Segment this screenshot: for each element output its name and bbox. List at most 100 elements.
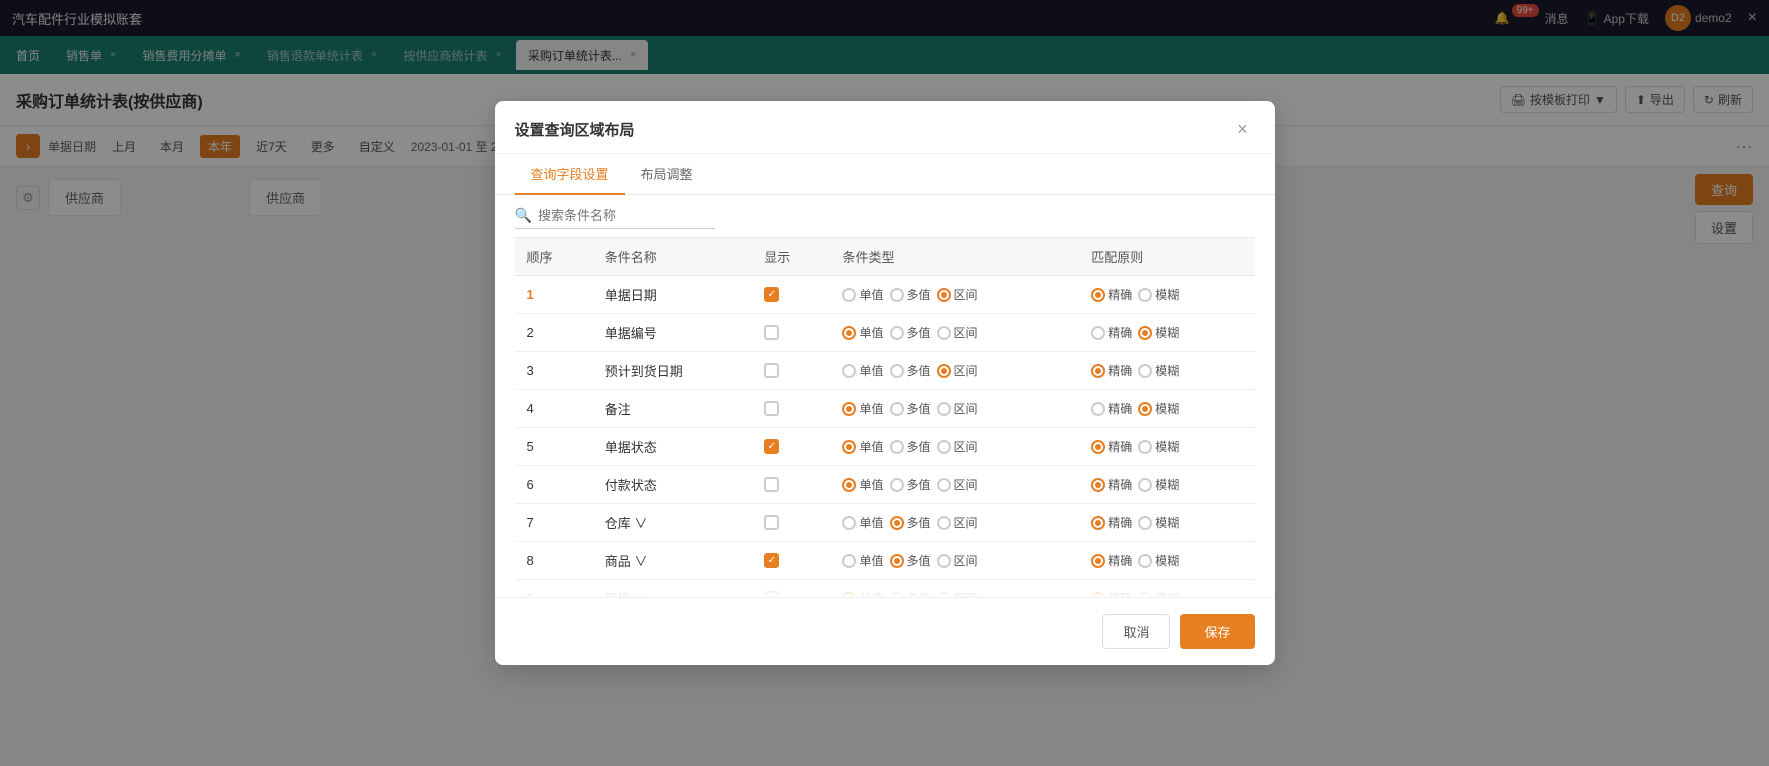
tab-layout-adjust[interactable]: 布局调整 (625, 154, 709, 195)
display-checkbox[interactable] (764, 325, 779, 340)
row-display-checkbox (752, 352, 830, 390)
type-radio-group: 单值多值 区间 (842, 324, 1067, 341)
display-checkbox[interactable] (764, 553, 779, 568)
display-checkbox[interactable] (764, 591, 779, 597)
radio-label: 区间 (954, 324, 978, 341)
type-radio-item[interactable]: 区间 (937, 590, 978, 597)
conditions-table: 顺序 条件名称 显示 条件类型 匹配原则 1单据日期单值多值区间精确模糊2单据编… (515, 237, 1255, 597)
type-radio-item[interactable]: 区间 (937, 286, 978, 303)
type-radio-item[interactable]: 多值 (890, 590, 931, 597)
type-radio-item[interactable]: 多值 (890, 324, 931, 341)
row-condition-name: 付款状态 (593, 466, 753, 504)
type-radio-item[interactable]: 区间 (937, 438, 978, 455)
radio-label: 精确 (1108, 286, 1132, 303)
row-condition-name: 单据状态 (593, 428, 753, 466)
type-radio-item[interactable]: 单值 (842, 590, 883, 597)
match-radio-item[interactable]: 精确 (1091, 514, 1132, 531)
radio-dot (1091, 478, 1105, 492)
match-radio-item[interactable]: 模糊 (1138, 362, 1179, 379)
type-radio-item[interactable]: 多值 (890, 514, 931, 531)
type-radio-item[interactable]: 区间 (937, 362, 978, 379)
conditions-tbody: 1单据日期单值多值区间精确模糊2单据编号单值多值区间精确模糊3预计到货日期单值多… (515, 276, 1255, 598)
display-checkbox[interactable] (764, 287, 779, 302)
type-radio-item[interactable]: 单值 (842, 286, 883, 303)
row-condition-name: 预计到货日期 (593, 352, 753, 390)
match-radio-item[interactable]: 模糊 (1138, 286, 1179, 303)
match-radio-item[interactable]: 精确 (1091, 400, 1132, 417)
radio-label: 区间 (954, 362, 978, 379)
match-radio-group: 精确模糊 (1091, 476, 1242, 493)
type-radio-item[interactable]: 单值 (842, 476, 883, 493)
radio-dot (842, 592, 856, 598)
match-radio-item[interactable]: 模糊 (1138, 552, 1179, 569)
search-input[interactable] (538, 208, 698, 223)
cancel-button[interactable]: 取消 (1102, 614, 1170, 649)
save-button[interactable]: 保存 (1180, 614, 1254, 649)
radio-label: 单值 (859, 362, 883, 379)
settings-dialog: 设置查询区域布局 × 查询字段设置 布局调整 🔍 (495, 101, 1275, 665)
type-radio-item[interactable]: 多值 (890, 362, 931, 379)
match-radio-item[interactable]: 模糊 (1138, 438, 1179, 455)
type-radio-item[interactable]: 区间 (937, 552, 978, 569)
type-radio-item[interactable]: 单值 (842, 324, 883, 341)
radio-dot (1091, 440, 1105, 454)
radio-label: 精确 (1108, 590, 1132, 597)
match-radio-item[interactable]: 精确 (1091, 552, 1132, 569)
type-radio-item[interactable]: 区间 (937, 476, 978, 493)
type-radio-item[interactable]: 多值 (890, 476, 931, 493)
type-radio-item[interactable]: 多值 (890, 552, 931, 569)
type-radio-item[interactable]: 单值 (842, 362, 883, 379)
type-radio-item[interactable]: 多值 (890, 286, 931, 303)
match-radio-item[interactable]: 精确 (1091, 476, 1132, 493)
radio-label: 单值 (859, 438, 883, 455)
type-radio-group: 单值多值区间 (842, 286, 1067, 303)
match-radio-item[interactable]: 精确 (1091, 286, 1132, 303)
radio-dot (937, 288, 951, 302)
type-radio-item[interactable]: 单值 (842, 438, 883, 455)
radio-dot (842, 516, 856, 530)
display-checkbox[interactable] (764, 439, 779, 454)
match-radio-item[interactable]: 精确 (1091, 590, 1132, 597)
radio-dot (937, 402, 951, 416)
row-condition-name: 单据日期 (593, 276, 753, 314)
match-radio-item[interactable]: 精确 (1091, 324, 1132, 341)
row-order: 5 (515, 428, 593, 466)
match-radio-group: 精确模糊 (1091, 324, 1242, 341)
radio-label: 单值 (859, 514, 883, 531)
match-radio-item[interactable]: 精确 (1091, 362, 1132, 379)
radio-label: 模糊 (1155, 438, 1179, 455)
match-radio-item[interactable]: 模糊 (1138, 324, 1179, 341)
type-radio-item[interactable]: 多值 (890, 400, 931, 417)
type-radio-item[interactable]: 单值 (842, 552, 883, 569)
search-area: 🔍 (495, 195, 1275, 237)
display-checkbox[interactable] (764, 401, 779, 416)
type-radio-item[interactable]: 区间 (937, 514, 978, 531)
table-row: 8商品 ∨单值多值区间精确模糊 (515, 542, 1255, 580)
type-radio-item[interactable]: 单值 (842, 400, 883, 417)
type-radio-item[interactable]: 单值 (842, 514, 883, 531)
radio-dot (890, 478, 904, 492)
display-checkbox[interactable] (764, 363, 779, 378)
radio-dot (937, 592, 951, 598)
display-checkbox[interactable] (764, 477, 779, 492)
row-type-options: 单值多值 区间 (830, 352, 1079, 390)
conditions-table-scroll[interactable]: 顺序 条件名称 显示 条件类型 匹配原则 1单据日期单值多值区间精确模糊2单据编… (495, 237, 1275, 597)
radio-dot (1138, 440, 1152, 454)
row-match-options: 精确模糊 (1079, 580, 1254, 598)
match-radio-item[interactable]: 模糊 (1138, 476, 1179, 493)
type-radio-item[interactable]: 多值 (890, 438, 931, 455)
display-checkbox[interactable] (764, 515, 779, 530)
match-radio-item[interactable]: 精确 (1091, 438, 1132, 455)
type-radio-item[interactable]: 区间 (937, 324, 978, 341)
col-order: 顺序 (515, 238, 593, 276)
radio-dot (842, 478, 856, 492)
search-input-wrap: 🔍 (515, 207, 715, 229)
row-match-options: 精确模糊 (1079, 352, 1254, 390)
radio-dot (1091, 516, 1105, 530)
tab-query-fields[interactable]: 查询字段设置 (515, 154, 625, 195)
match-radio-item[interactable]: 模糊 (1138, 400, 1179, 417)
match-radio-item[interactable]: 模糊 (1138, 514, 1179, 531)
match-radio-item[interactable]: 模糊 (1138, 590, 1179, 597)
dialog-close-button[interactable]: × (1231, 117, 1255, 141)
type-radio-item[interactable]: 区间 (937, 400, 978, 417)
